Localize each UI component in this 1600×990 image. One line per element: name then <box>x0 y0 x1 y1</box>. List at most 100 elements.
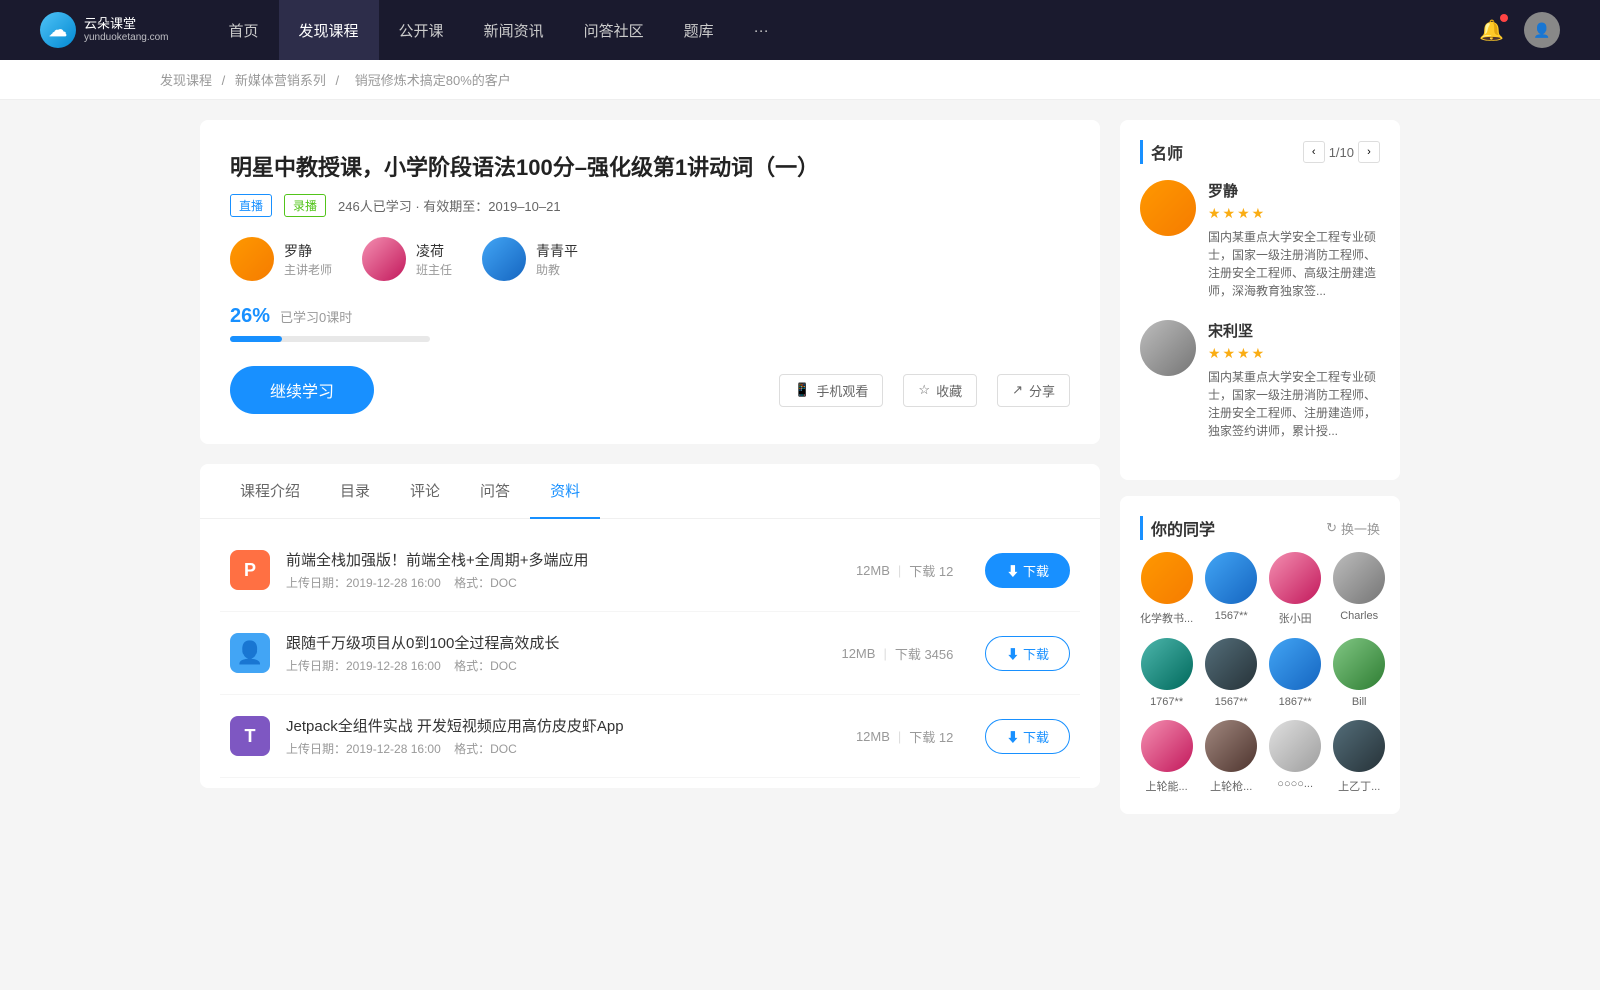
resource-meta-1: 上传日期：2019-12-28 16:00 格式：DOC <box>286 574 840 591</box>
resource-item-1: P 前端全栈加强版！前端全栈+全周期+多端应用 上传日期：2019-12-28 … <box>220 529 1080 612</box>
classmate-2[interactable]: 1567** <box>1205 552 1257 626</box>
teachers-title: 名师 <box>1140 140 1183 164</box>
instructor-name-1: 罗静 <box>284 241 332 261</box>
classmate-avatar-3 <box>1269 552 1321 604</box>
classmate-name-1: 化学教书... <box>1140 610 1193 626</box>
teacher-name-2: 宋利坚 <box>1208 320 1380 341</box>
tabs-card: 课程介绍 目录 评论 问答 资料 P 前端全栈加强版！前端全栈+全周期+多端应用… <box>200 464 1100 788</box>
classmate-9[interactable]: 上轮能... <box>1140 720 1193 794</box>
nav-home[interactable]: 首页 <box>209 0 279 60</box>
nav-exam[interactable]: 题库 <box>664 0 734 60</box>
download-btn-3[interactable]: ⬇ 下载 <box>985 719 1070 754</box>
logo-text: 云朵课堂 yunduoketang.com <box>84 16 169 44</box>
breadcrumb-link-1[interactable]: 发现课程 <box>160 73 212 88</box>
nav-discover[interactable]: 发现课程 <box>279 0 379 60</box>
prev-page-button[interactable]: ‹ <box>1303 141 1325 163</box>
tab-review[interactable]: 评论 <box>390 464 460 519</box>
user-avatar-nav[interactable]: 👤 <box>1524 12 1560 48</box>
classmate-name-12: 上乙丁... <box>1338 778 1380 794</box>
nav-items: 首页 发现课程 公开课 新闻资讯 问答社区 题库 ··· <box>209 0 1480 60</box>
progress-text: 已学习0课时 <box>280 307 352 326</box>
refresh-button[interactable]: ↻ 换一换 <box>1326 519 1380 538</box>
teacher-name-1: 罗静 <box>1208 180 1380 201</box>
resource-meta-2: 上传日期：2019-12-28 16:00 格式：DOC <box>286 657 825 674</box>
instructor-name-2: 凌荷 <box>416 241 452 261</box>
tab-catalog[interactable]: 目录 <box>320 464 390 519</box>
teacher-stars-2: ★★★★ <box>1208 345 1380 362</box>
resource-item-3: T Jetpack全组件实战 开发短视频应用高仿皮皮虾App 上传日期：2019… <box>220 695 1080 778</box>
classmate-name-7: 1867** <box>1279 696 1312 708</box>
bell-button[interactable]: 🔔 <box>1479 18 1504 43</box>
classmate-name-5: 1767** <box>1150 696 1183 708</box>
teacher-avatar-1 <box>1140 180 1196 236</box>
resource-icon-2: 👤 <box>230 633 270 673</box>
classmate-name-11: ○○○○... <box>1277 778 1313 790</box>
teachers-card: 名师 ‹ 1/10 › 罗静 ★★★★ 国内某重点大学安全工程专业硕士，国家一级… <box>1120 120 1400 480</box>
continue-button[interactable]: 继续学习 <box>230 366 374 414</box>
instructor-avatar-3 <box>482 237 526 281</box>
download-btn-1[interactable]: ⬇ 下载 <box>985 553 1070 588</box>
badge-record: 录播 <box>284 194 326 217</box>
classmate-12[interactable]: 上乙丁... <box>1333 720 1385 794</box>
instructor-avatar-2 <box>362 237 406 281</box>
nav-more[interactable]: ··· <box>734 0 789 60</box>
classmate-name-10: 上轮枪... <box>1210 778 1252 794</box>
classmate-avatar-8 <box>1333 638 1385 690</box>
progress-bar-fill <box>230 336 282 342</box>
tab-resource[interactable]: 资料 <box>530 464 600 519</box>
main-container: 明星中教授课，小学阶段语法100分–强化级第1讲动词（一） 直播 录播 246人… <box>160 100 1440 850</box>
notification-badge <box>1500 14 1508 22</box>
classmate-avatar-2 <box>1205 552 1257 604</box>
classmates-title: 你的同学 <box>1140 516 1215 540</box>
classmates-card: 你的同学 ↻ 换一换 化学教书... 1567** 张小田 <box>1120 496 1400 814</box>
classmate-11[interactable]: ○○○○... <box>1269 720 1321 794</box>
logo[interactable]: ☁ 云朵课堂 yunduoketang.com <box>40 12 169 48</box>
course-stats: 246人已学习 · 有效期至：2019–10–21 <box>338 196 561 215</box>
nav-open[interactable]: 公开课 <box>379 0 464 60</box>
download-btn-2[interactable]: ⬇ 下载 <box>985 636 1070 671</box>
classmate-6[interactable]: 1567** <box>1205 638 1257 708</box>
resource-name-1: 前端全栈加强版！前端全栈+全周期+多端应用 <box>286 549 840 570</box>
classmate-8[interactable]: Bill <box>1333 638 1385 708</box>
classmate-avatar-10 <box>1205 720 1257 772</box>
progress-bar-bg <box>230 336 430 342</box>
sidebar-right: 名师 ‹ 1/10 › 罗静 ★★★★ 国内某重点大学安全工程专业硕士，国家一级… <box>1120 120 1400 830</box>
mobile-watch-button[interactable]: 📱 手机观看 <box>779 374 883 407</box>
nav-qa[interactable]: 问答社区 <box>564 0 664 60</box>
classmate-name-4: Charles <box>1340 610 1378 622</box>
classmates-header: 你的同学 ↻ 换一换 <box>1140 516 1380 540</box>
teacher-avatar-2 <box>1140 320 1196 376</box>
tab-intro[interactable]: 课程介绍 <box>220 464 320 519</box>
classmate-avatar-1 <box>1141 552 1193 604</box>
classmate-4[interactable]: Charles <box>1333 552 1385 626</box>
nav-news[interactable]: 新闻资讯 <box>464 0 564 60</box>
classmate-3[interactable]: 张小田 <box>1269 552 1321 626</box>
instructor-role-2: 班主任 <box>416 261 452 278</box>
breadcrumb-link-2[interactable]: 新媒体营销系列 <box>235 73 326 88</box>
breadcrumb-current: 销冠修炼术搞定80%的客户 <box>355 73 511 88</box>
resource-list: P 前端全栈加强版！前端全栈+全周期+多端应用 上传日期：2019-12-28 … <box>200 519 1100 788</box>
next-page-button[interactable]: › <box>1358 141 1380 163</box>
classmate-avatar-12 <box>1333 720 1385 772</box>
instructor-role-3: 助教 <box>536 261 578 278</box>
collect-button[interactable]: ☆ 收藏 <box>903 374 977 407</box>
classmate-7[interactable]: 1867** <box>1269 638 1321 708</box>
share-button[interactable]: ↗ 分享 <box>997 374 1070 407</box>
teacher-item-1: 罗静 ★★★★ 国内某重点大学安全工程专业硕士，国家一级注册消防工程师、注册安全… <box>1140 180 1380 300</box>
tab-qa[interactable]: 问答 <box>460 464 530 519</box>
classmate-10[interactable]: 上轮枪... <box>1205 720 1257 794</box>
classmate-avatar-11 <box>1269 720 1321 772</box>
instructor-2: 凌荷 班主任 <box>362 237 452 281</box>
refresh-icon: ↻ <box>1326 520 1337 536</box>
classmate-avatar-6 <box>1205 638 1257 690</box>
resource-stats-3: 12MB | 下载 12 <box>856 727 953 746</box>
instructor-role-1: 主讲老师 <box>284 261 332 278</box>
resource-stats-1: 12MB | 下载 12 <box>856 561 953 580</box>
share-icon: ↗ <box>1012 382 1023 398</box>
teacher-stars-1: ★★★★ <box>1208 205 1380 222</box>
classmate-1[interactable]: 化学教书... <box>1140 552 1193 626</box>
resource-icon-3: T <box>230 716 270 756</box>
classmate-5[interactable]: 1767** <box>1140 638 1193 708</box>
classmate-name-9: 上轮能... <box>1146 778 1188 794</box>
instructor-name-3: 青青平 <box>536 241 578 261</box>
